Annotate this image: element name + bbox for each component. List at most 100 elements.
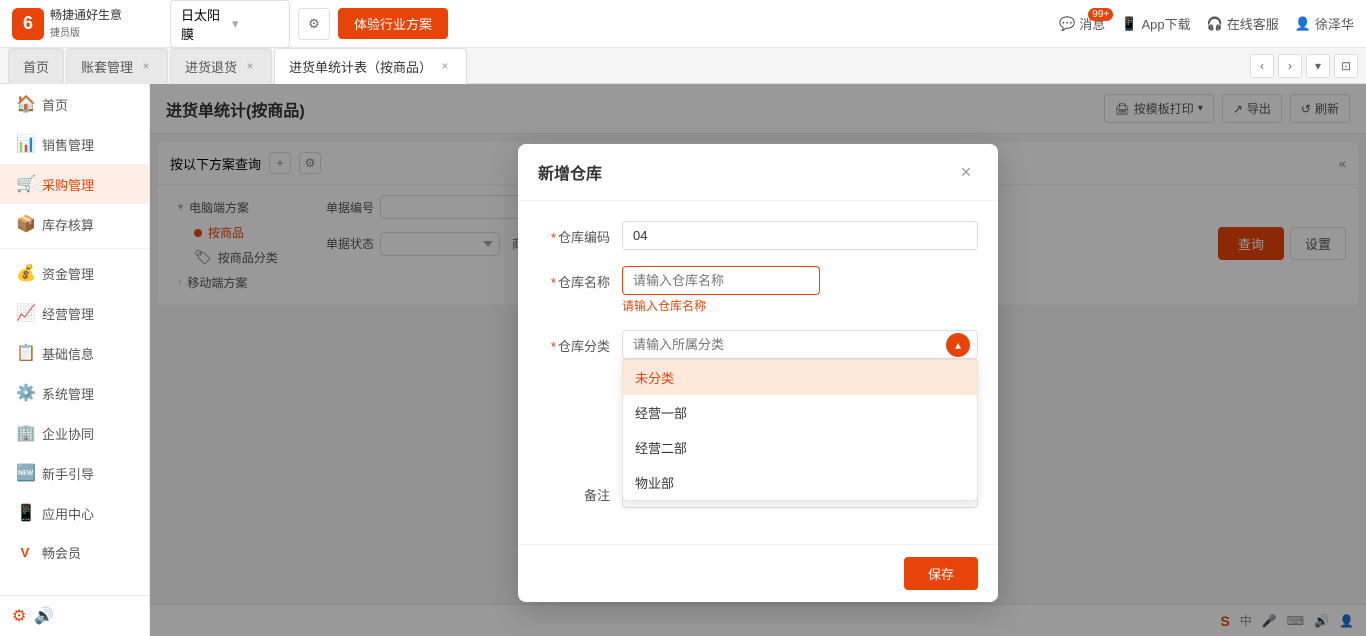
online-service-button[interactable]: 🎧 在线客服 <box>1207 14 1279 33</box>
tab-purchase-return-close[interactable]: × <box>243 59 257 73</box>
sidebar-item-purchase[interactable]: 🛒 采购管理 <box>0 164 149 204</box>
tab-fullscreen-button[interactable]: ⊡ <box>1334 54 1358 78</box>
system-icon: ⚙️ <box>16 383 34 403</box>
sidebar-item-newbie[interactable]: 🆕 新手引导 <box>0 453 149 493</box>
dropdown-option-ops2[interactable]: 经营二部 <box>623 430 977 465</box>
settings-bottom-icon[interactable]: ⚙ <box>12 606 26 626</box>
enterprise-icon: 🏢 <box>16 423 34 443</box>
form-category-wrapper: ▴ 未分类 经营一部 经营二部 物业部 <box>622 330 978 359</box>
purchase-icon: 🛒 <box>16 174 34 194</box>
content-area: 进货单统计(按商品) 🖨 按模板打印 ▾ ↗ 导出 ↺ 刷新 <box>150 84 1366 636</box>
sidebar-item-base[interactable]: 📋 基础信息 <box>0 333 149 373</box>
form-row-code: 仓库编码 <box>538 221 978 250</box>
category-dropdown-input[interactable] <box>622 330 978 359</box>
sidebar-item-appcenter-label: 应用中心 <box>42 504 94 523</box>
tab-account[interactable]: 账套管理 × <box>66 48 168 84</box>
sidebar-item-member[interactable]: V 畅会员 <box>0 533 149 572</box>
online-service-label: 在线客服 <box>1227 14 1279 33</box>
tab-purchase-stat[interactable]: 进货单统计表（按商品） × <box>274 48 467 84</box>
sidebar-item-stock[interactable]: 📦 库存核算 <box>0 204 149 244</box>
sidebar: 🏠 首页 📊 销售管理 🛒 采购管理 📦 库存核算 💰 资金管理 📈 经营管理 … <box>0 84 150 636</box>
stock-icon: 📦 <box>16 214 34 234</box>
tab-home-label: 首页 <box>23 57 49 76</box>
appcenter-icon: 📱 <box>16 503 34 523</box>
tab-prev-button[interactable]: ‹ <box>1250 54 1274 78</box>
sidebar-item-finance[interactable]: 💰 资金管理 <box>0 253 149 293</box>
tab-purchase-return-label: 进货退货 <box>185 57 237 76</box>
dropdown-option-unclassified[interactable]: 未分类 <box>623 360 977 395</box>
form-code-input[interactable] <box>622 221 978 250</box>
message-icon: 💬 <box>1059 16 1075 32</box>
tab-purchase-return[interactable]: 进货退货 × <box>170 48 272 84</box>
store-selector[interactable]: 日太阳膜 ▾ <box>170 0 290 48</box>
modal-close-button[interactable]: × <box>954 160 978 184</box>
modal-overlay: 新增仓库 × 仓库编码 仓库名称 请输入仓库名称 <box>150 84 1366 636</box>
volume-icon[interactable]: 🔊 <box>34 606 54 626</box>
home-icon: 🏠 <box>16 94 34 114</box>
form-category-label: 仓库分类 <box>538 330 610 355</box>
sidebar-item-operations-label: 经营管理 <box>42 304 94 323</box>
store-name: 日太阳膜 <box>181 5 228 43</box>
base-icon: 📋 <box>16 343 34 363</box>
sidebar-item-system[interactable]: ⚙️ 系统管理 <box>0 373 149 413</box>
sidebar-item-sales[interactable]: 📊 销售管理 <box>0 124 149 164</box>
sidebar-item-appcenter[interactable]: 📱 应用中心 <box>0 493 149 533</box>
app-download-label: App下载 <box>1141 14 1190 33</box>
chevron-down-icon: ▾ <box>232 16 279 32</box>
form-note-label: 备注 <box>538 479 610 504</box>
new-warehouse-modal: 新增仓库 × 仓库编码 仓库名称 请输入仓库名称 <box>518 144 998 602</box>
form-name-wrapper: 请输入仓库名称 <box>622 266 978 314</box>
dropdown-option-property[interactable]: 物业部 <box>623 465 977 500</box>
sidebar-item-sales-label: 销售管理 <box>42 135 94 154</box>
app-icon: 📱 <box>1121 16 1137 32</box>
username: 徐泽华 <box>1315 14 1354 33</box>
app-download-button[interactable]: 📱 App下载 <box>1121 14 1190 33</box>
tab-next-button[interactable]: › <box>1278 54 1302 78</box>
sidebar-item-home-label: 首页 <box>42 95 68 114</box>
messages-button[interactable]: 💬 消息 99+ <box>1059 14 1105 33</box>
tab-home[interactable]: 首页 <box>8 48 64 84</box>
tab-menu-button[interactable]: ▾ <box>1306 54 1330 78</box>
form-row-name: 仓库名称 请输入仓库名称 <box>538 266 978 314</box>
form-name-error: 请输入仓库名称 <box>622 297 978 314</box>
headset-icon: 🎧 <box>1207 16 1223 32</box>
logo-text: 畅捷通好生意 <box>50 8 122 24</box>
form-row-category: 仓库分类 ▴ 未分类 经营一部 经营二部 物业部 <box>538 330 978 359</box>
sidebar-item-home[interactable]: 🏠 首页 <box>0 84 149 124</box>
sidebar-item-base-label: 基础信息 <box>42 344 94 363</box>
sidebar-item-enterprise[interactable]: 🏢 企业协同 <box>0 413 149 453</box>
logo-sub: 捷员版 <box>50 24 122 39</box>
finance-icon: 💰 <box>16 263 34 283</box>
tab-account-close[interactable]: × <box>139 59 153 73</box>
operations-icon: 📈 <box>16 303 34 323</box>
member-icon: V <box>16 545 34 560</box>
dropdown-option-ops1[interactable]: 经营一部 <box>623 395 977 430</box>
logo-icon: 6 <box>12 8 44 40</box>
sidebar-item-system-label: 系统管理 <box>42 384 94 403</box>
sidebar-item-stock-label: 库存核算 <box>42 215 94 234</box>
sidebar-item-enterprise-label: 企业协同 <box>42 424 94 443</box>
category-dropdown-list: 未分类 经营一部 经营二部 物业部 <box>622 359 978 501</box>
logo: 6 畅捷通好生意 捷员版 <box>12 8 162 40</box>
category-dropdown-arrow[interactable]: ▴ <box>946 333 970 357</box>
modal-save-button[interactable]: 保存 <box>904 557 978 590</box>
tab-bar: 首页 账套管理 × 进货退货 × 进货单统计表（按商品） × ‹ › ▾ ⊡ <box>0 48 1366 84</box>
modal-header: 新增仓库 × <box>518 144 998 201</box>
sidebar-item-finance-label: 资金管理 <box>42 264 94 283</box>
tab-account-label: 账套管理 <box>81 57 133 76</box>
messages-badge: 99+ <box>1088 8 1113 21</box>
trial-button[interactable]: 体验行业方案 <box>338 8 448 39</box>
settings-button[interactable]: ⚙ <box>298 8 330 40</box>
gear-icon: ⚙ <box>308 16 320 32</box>
modal-footer: 保存 <box>518 544 998 602</box>
category-dropdown: ▴ <box>622 330 978 359</box>
modal-title: 新增仓库 <box>538 160 602 184</box>
newbie-icon: 🆕 <box>16 463 34 483</box>
user-icon: 👤 <box>1295 16 1311 32</box>
form-name-input[interactable] <box>622 266 820 295</box>
user-menu[interactable]: 👤 徐泽华 <box>1295 14 1354 33</box>
form-name-label: 仓库名称 <box>538 266 610 291</box>
sidebar-item-operations[interactable]: 📈 经营管理 <box>0 293 149 333</box>
sidebar-item-member-label: 畅会员 <box>42 543 81 562</box>
tab-purchase-stat-close[interactable]: × <box>438 59 452 73</box>
